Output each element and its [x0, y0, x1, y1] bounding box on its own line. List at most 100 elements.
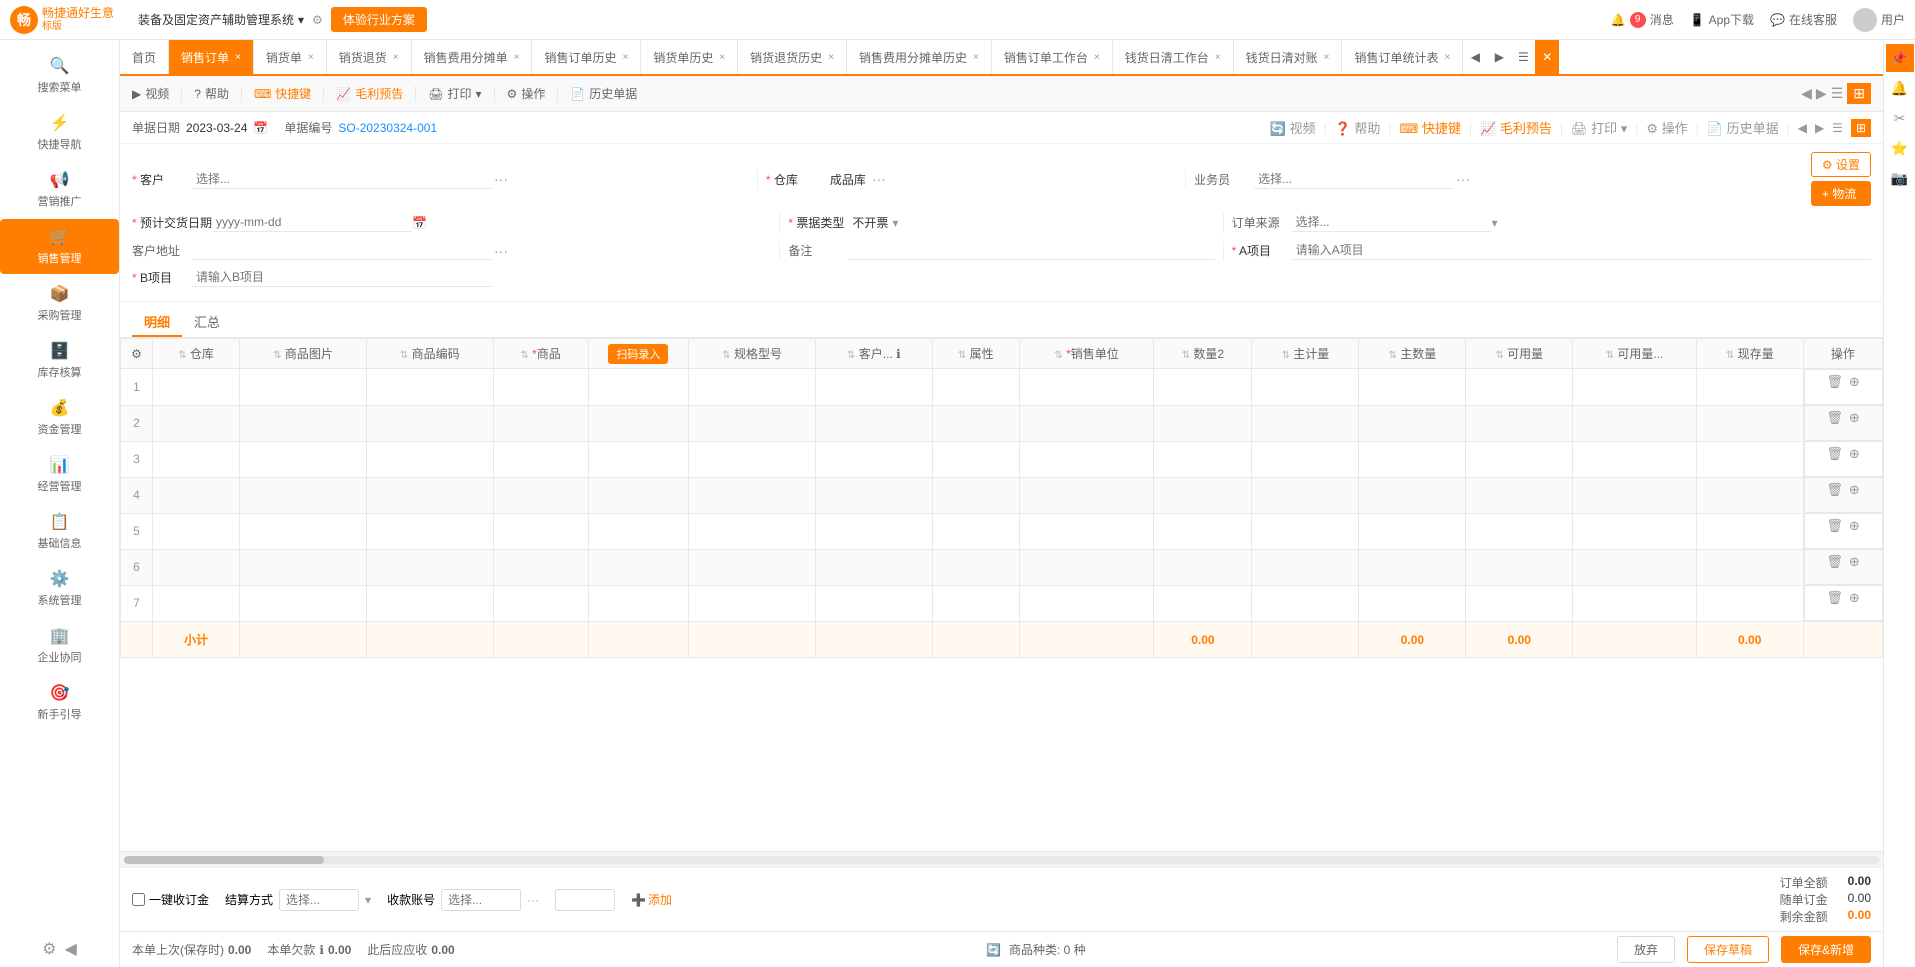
- one-click-checkout-label[interactable]: 一键收订金: [132, 891, 209, 908]
- tab-daily-reconcile[interactable]: 钱货日清对账 ×: [1234, 40, 1343, 75]
- sidebar-settings-icon[interactable]: ⚙: [42, 939, 56, 959]
- sidebar-item-inventory[interactable]: 🗄️ 库存核算: [0, 333, 119, 388]
- tab-close-daily-reconcile[interactable]: ×: [1324, 52, 1330, 63]
- payment-account-more-btn[interactable]: ···: [527, 893, 539, 907]
- list2-icon[interactable]: ☰: [1832, 121, 1843, 135]
- profit2-icon[interactable]: 📈 毛利预告: [1480, 118, 1552, 137]
- tab-close-invoice-history[interactable]: ×: [719, 52, 725, 63]
- help2-icon[interactable]: ❓ 帮助: [1335, 118, 1381, 137]
- right-icon-4[interactable]: ⭐: [1886, 134, 1914, 162]
- tab-daily-workbench[interactable]: 钱货日清工作台 ×: [1113, 40, 1234, 75]
- sync-bottom-icon[interactable]: 🔄: [986, 943, 1001, 957]
- payment-method-dropdown[interactable]: ▾: [365, 893, 371, 907]
- sync-icon[interactable]: 🔄 视频: [1270, 118, 1316, 137]
- salesman-more-btn[interactable]: ···: [1456, 171, 1470, 187]
- payment-account-input[interactable]: [441, 889, 521, 911]
- row-copy-icon[interactable]: ⊕: [1849, 482, 1860, 508]
- tab-home[interactable]: 首页: [120, 40, 169, 75]
- tab-sales-order[interactable]: 销售订单 ×: [169, 40, 254, 75]
- user-avatar[interactable]: 用户: [1853, 8, 1905, 32]
- detail-tab-mingxi[interactable]: 明细: [132, 308, 182, 337]
- horizontal-scrollbar[interactable]: [120, 851, 1883, 867]
- tab-close-return-history[interactable]: ×: [828, 52, 834, 63]
- sidebar-item-enterprise[interactable]: 🏢 企业协同: [0, 618, 119, 673]
- save-new-btn[interactable]: 保存&新增: [1781, 936, 1871, 963]
- sidebar-item-quicknav[interactable]: ⚡ 快捷导航: [0, 105, 119, 160]
- row-copy-icon[interactable]: ⊕: [1849, 374, 1860, 400]
- tab-close-order-stats[interactable]: ×: [1444, 52, 1450, 63]
- table-wrapper[interactable]: ⚙ ⇅ 仓库 ⇅ 商品图片 ⇅ 商品编码 ⇅ *商品 扫码录入 ⇅ 规格型号 ⇅…: [120, 338, 1883, 851]
- system-name[interactable]: 装备及固定资产辅助管理系统 ▾: [138, 11, 304, 28]
- add-logistics-btn[interactable]: + 物流: [1811, 181, 1871, 206]
- discard-btn[interactable]: 放弃: [1617, 936, 1675, 963]
- toolbar-shortcut[interactable]: ⌨ 快捷键: [254, 85, 311, 102]
- nav-prev2-icon[interactable]: ◀: [1798, 121, 1807, 135]
- tab-invoice-history[interactable]: 销货单历史 ×: [641, 40, 738, 75]
- payment-method-input[interactable]: [279, 889, 359, 911]
- toolbar-grid-view[interactable]: ⊞: [1847, 83, 1871, 104]
- sidebar-item-sales[interactable]: 🛒 销售管理: [0, 219, 119, 274]
- col-scan[interactable]: 扫码录入: [588, 339, 689, 369]
- row-delete-icon[interactable]: 🗑: [1826, 482, 1843, 508]
- right-icon-5[interactable]: 📷: [1886, 164, 1914, 192]
- row-copy-icon[interactable]: ⊕: [1849, 410, 1860, 436]
- salesman-input[interactable]: [1254, 170, 1454, 189]
- tab-sales-expense[interactable]: 销售费用分摊单 ×: [412, 40, 533, 75]
- a-project-input[interactable]: [1292, 241, 1871, 260]
- add-payment-btn[interactable]: ➕ 添加: [631, 891, 672, 908]
- tab-close-sales-invoice[interactable]: ×: [308, 52, 314, 63]
- toolbar-help[interactable]: ? 帮助: [194, 85, 229, 102]
- tab-return-history[interactable]: 销货退货历史 ×: [738, 40, 847, 75]
- tab-sales-order-history[interactable]: 销售订单历史 ×: [532, 40, 641, 75]
- row-delete-icon[interactable]: 🗑: [1826, 374, 1843, 400]
- toolbar-profit[interactable]: 📈 毛利预告: [336, 85, 403, 102]
- customer-addr-input[interactable]: [192, 241, 492, 260]
- payment-amount-input[interactable]: 0.00: [555, 889, 615, 911]
- shortcut2-icon[interactable]: ⌨ 快捷键: [1400, 118, 1461, 137]
- row-copy-icon[interactable]: ⊕: [1849, 446, 1860, 472]
- tab-close-expense-history[interactable]: ×: [973, 52, 979, 63]
- row-delete-icon[interactable]: 🗑: [1826, 518, 1843, 544]
- delivery-calendar-icon[interactable]: 📅: [412, 216, 427, 230]
- b-project-input[interactable]: [192, 268, 492, 287]
- online-service-btn[interactable]: 💬 在线客服: [1770, 11, 1837, 28]
- row-copy-icon[interactable]: ⊕: [1849, 590, 1860, 616]
- detail-tab-huizong[interactable]: 汇总: [182, 308, 232, 337]
- customer-more-btn[interactable]: ···: [494, 171, 508, 187]
- sidebar-item-basicinfo[interactable]: 📋 基础信息: [0, 504, 119, 559]
- print2-icon[interactable]: 🖨 打印 ▾: [1571, 118, 1627, 137]
- tab-prev-btn[interactable]: ◀: [1463, 40, 1487, 75]
- row-copy-icon[interactable]: ⊕: [1849, 518, 1860, 544]
- delivery-date-input[interactable]: [212, 213, 412, 232]
- sidebar-item-marketing[interactable]: 📢 营销推广: [0, 162, 119, 217]
- ops2-icon[interactable]: ⚙ 操作: [1646, 118, 1687, 137]
- tab-close-sales-order[interactable]: ×: [235, 52, 241, 63]
- invoice-dropdown-icon[interactable]: ▾: [892, 216, 898, 230]
- nav-next2-icon[interactable]: ▶: [1815, 121, 1824, 135]
- row-delete-icon[interactable]: 🗑: [1826, 554, 1843, 580]
- app-download-btn[interactable]: 📱 App下载: [1690, 11, 1754, 28]
- industry-btn[interactable]: 体验行业方案: [331, 7, 427, 32]
- sidebar-item-finance[interactable]: 💰 资金管理: [0, 390, 119, 445]
- right-icon-2[interactable]: 🔔: [1886, 74, 1914, 102]
- toolbar-nav-prev[interactable]: ◀: [1801, 83, 1812, 104]
- toolbar-print[interactable]: 🖨 打印 ▾: [428, 85, 481, 102]
- toolbar-history[interactable]: 📄 历史单据: [570, 85, 637, 102]
- one-click-checkout-checkbox[interactable]: [132, 893, 145, 906]
- tab-order-workbench[interactable]: 销售订单工作台 ×: [992, 40, 1113, 75]
- remark-input[interactable]: [848, 241, 1214, 260]
- addr-more-btn[interactable]: ···: [494, 243, 508, 259]
- row-copy-icon[interactable]: ⊕: [1849, 554, 1860, 580]
- sidebar-item-operations[interactable]: 📊 经营管理: [0, 447, 119, 502]
- tab-close-all-btn[interactable]: ✕: [1535, 40, 1559, 75]
- toolbar-list-view[interactable]: ☰: [1831, 83, 1844, 104]
- sidebar-collapse-icon[interactable]: ◀: [65, 939, 77, 959]
- toolbar-ops[interactable]: ⚙ 操作: [507, 85, 546, 102]
- toolbar-video[interactable]: ▶ 视频: [132, 85, 169, 102]
- tab-close-sales-order-history[interactable]: ×: [622, 52, 628, 63]
- toolbar-nav-next[interactable]: ▶: [1816, 83, 1827, 104]
- scroll-thumb[interactable]: [124, 856, 324, 864]
- col-settings[interactable]: ⚙: [121, 339, 153, 369]
- notice-btn[interactable]: 🔔 9 9 消息: [1611, 11, 1674, 28]
- tab-menu-btn[interactable]: ☰: [1511, 40, 1535, 75]
